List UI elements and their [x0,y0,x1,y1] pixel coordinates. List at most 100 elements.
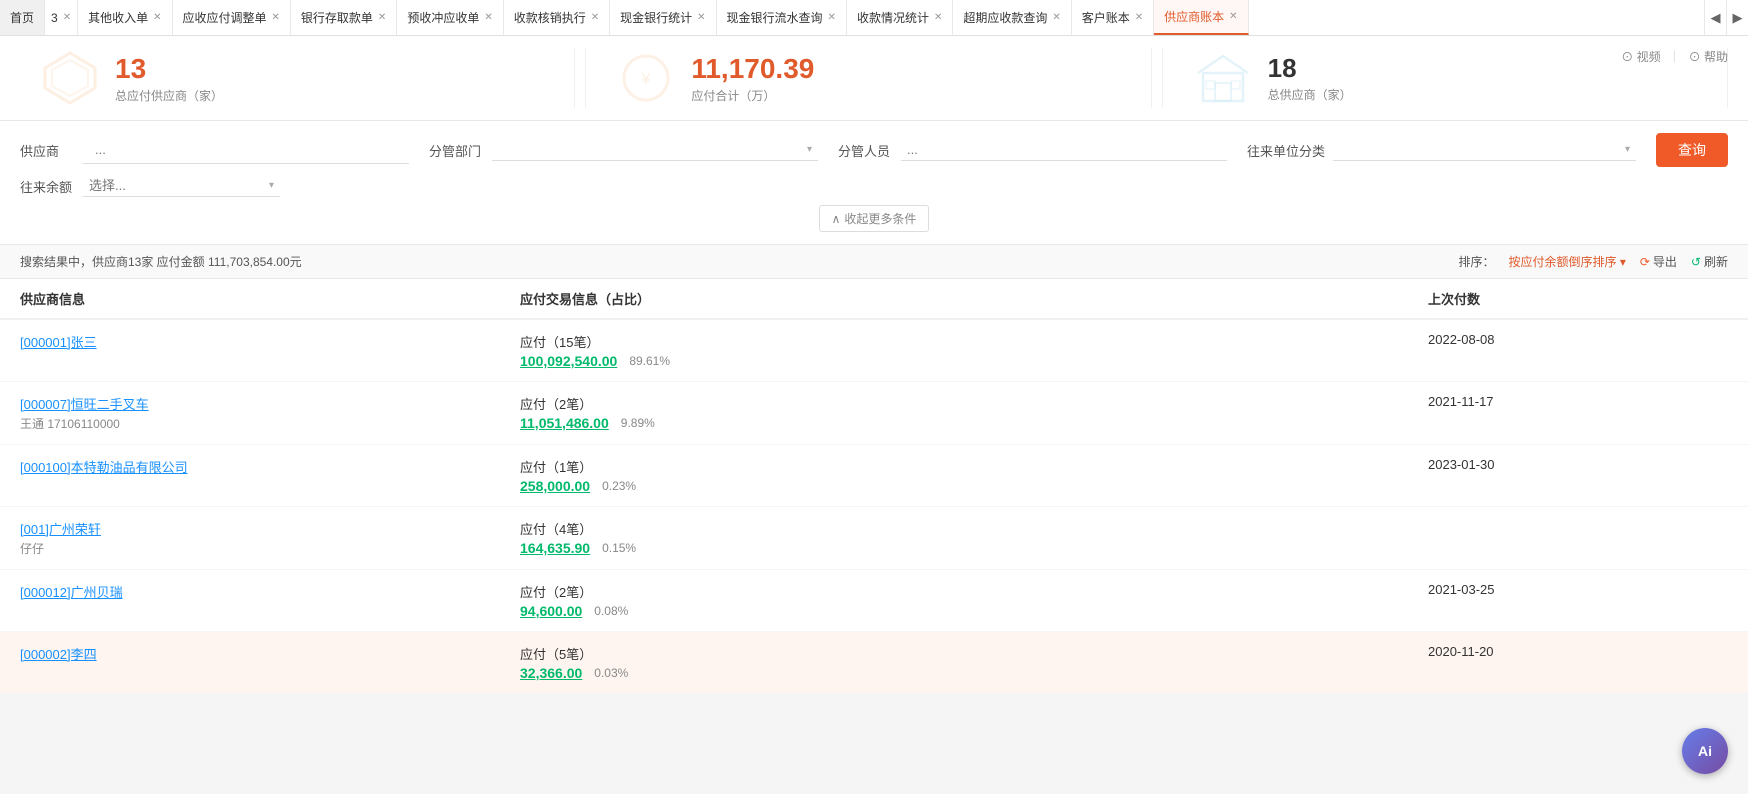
payable-info-cell: 应付（4笔） 164,635.90 0.15% [520,519,1428,556]
table-header: 供应商信息 应付交易信息（占比） 上次付数 [0,279,1748,320]
payable-percent: 0.03% [594,666,628,680]
sort-label: 排序： [1458,253,1494,270]
col-header-supplier: 供应商信息 [20,289,520,308]
main-table: 供应商信息 应付交易信息（占比） 上次付数 [000001]张三 应付（15笔）… [0,279,1748,694]
payable-amount[interactable]: 11,051,486.00 [520,415,609,431]
supplier-input[interactable] [89,139,403,160]
dept-input[interactable] [498,142,803,157]
query-button[interactable]: 查询 [1656,133,1728,167]
close-overdue-ar[interactable]: ✕ [1052,12,1060,23]
nav-scroll-left[interactable]: ◀ [1704,0,1726,35]
nav-item-cash-bank-flow[interactable]: 现金银行流水查询 ✕ [717,0,847,35]
balance-input[interactable] [89,178,265,193]
payable-label: 应付（1笔） [520,457,1428,476]
supplier-link[interactable]: [000002]李四 [20,644,520,663]
supplier-link[interactable]: [000100]本特勒油品有限公司 [20,457,520,476]
close-customer-ledger[interactable]: ✕ [1135,12,1143,23]
nav-item-home[interactable]: 首页 [0,0,45,35]
video-circle-icon: ⊙ [1621,50,1633,64]
nav-label-receipt-stat: 收款情况统计 [857,9,929,26]
close-bank-deposit[interactable]: ✕ [378,12,386,23]
nav-item-receipt-stat[interactable]: 收款情况统计 ✕ [847,0,953,35]
payable-label: 应付（5笔） [520,644,1428,663]
balance-field: 往来余额 ▾ [20,175,240,197]
supplier-link[interactable]: [000001]张三 [20,332,520,351]
nav-label-supplier-ledger: 供应商账本 [1164,8,1224,25]
dept-label: 分管部门 [429,141,484,160]
collapse-area: ∧ 收起更多条件 [20,205,1728,232]
nav-label-overdue-ar: 超期应收款查询 [963,9,1047,26]
payable-label: 应付（15笔） [520,332,1428,351]
search-row-1: 供应商 分管部门 ▾ 分管人员 往来单位分类 ▾ [20,133,1728,167]
nav-item-other-income[interactable]: 其他收入单 ✕ [78,0,172,35]
supplier-link[interactable]: [000012]广州贝瑞 [20,582,520,601]
nav-item-ar-ap-adjust[interactable]: 应收应付调整单 ✕ [173,0,291,35]
refresh-button[interactable]: ↺ 刷新 [1691,253,1728,270]
close-cash-bank-stat[interactable]: ✕ [697,12,705,23]
nav-item-overdue-ar[interactable]: 超期应收款查询 ✕ [953,0,1071,35]
dept-chevron-icon: ▾ [807,144,812,155]
supplier-link[interactable]: [000007]恒旺二手叉车 [20,394,520,413]
person-label: 分管人员 [838,141,893,160]
supplier-info-cell: [000100]本特勒油品有限公司 [20,457,520,476]
payable-amount[interactable]: 32,366.00 [520,665,582,681]
table-row: [000012]广州贝瑞 应付（2笔） 94,600.00 0.08% 2021… [0,570,1748,632]
table-row: [000002]李四 应付（5笔） 32,366.00 0.03% 2020-1… [0,632,1748,694]
nav-item-cash-bank-stat[interactable]: 现金银行统计 ✕ [610,0,716,35]
supplier-link[interactable]: [001]广州荣轩 [20,519,520,538]
top-right-links: ⊙ 视频 ｜ ⊙ 帮助 [1621,48,1728,65]
refresh-icon: ↺ [1691,255,1701,269]
supplier-sub: 王通 17106110000 [20,415,520,432]
balance-select-wrapper[interactable]: ▾ [83,175,280,197]
collapse-button[interactable]: ∧ 收起更多条件 [819,205,930,232]
table-body: [000001]张三 应付（15笔） 100,092,540.00 89.61%… [0,320,1748,694]
nav-item-receipt-verify[interactable]: 收款核销执行 ✕ [504,0,610,35]
close-receipt-stat[interactable]: ✕ [934,12,942,23]
table-row: [000007]恒旺二手叉车 王通 17106110000 应付（2笔） 11,… [0,382,1748,445]
dept-select-wrapper[interactable]: ▾ [492,139,818,161]
sort-chevron-icon: ▾ [1620,255,1626,269]
category-field: 往来单位分类 ▾ [1247,139,1636,161]
help-link[interactable]: ⊙ 帮助 [1689,48,1728,65]
payable-percent: 0.23% [602,479,636,493]
export-button[interactable]: ⟳ 导出 [1640,253,1677,270]
video-link[interactable]: ⊙ 视频 [1621,48,1660,65]
supplier-field: 供应商 [20,136,409,164]
sort-value[interactable]: 按应付余额倒序排序 ▾ [1508,253,1625,270]
search-area: 供应商 分管部门 ▾ 分管人员 往来单位分类 ▾ [0,121,1748,245]
person-input[interactable] [907,142,1221,157]
category-input[interactable] [1339,142,1621,157]
export-icon: ⟳ [1640,255,1650,269]
nav-item-customer-ledger[interactable]: 客户账本 ✕ [1072,0,1154,35]
shop-icon [1193,48,1253,108]
supplier-input-wrapper[interactable] [83,136,409,164]
close-cash-bank-flow[interactable]: ✕ [828,12,836,23]
payable-amount[interactable]: 94,600.00 [520,603,582,619]
close-supplier-ledger[interactable]: ✕ [1229,11,1237,22]
tag-icon: ¥ [616,48,676,108]
diamond-icon [40,48,100,108]
close-tab-3[interactable]: ✕ [63,12,71,23]
close-receipt-verify[interactable]: ✕ [591,12,599,23]
close-other-income[interactable]: ✕ [153,12,161,23]
nav-item-supplier-ledger[interactable]: 供应商账本 ✕ [1154,0,1248,35]
category-select-wrapper[interactable]: ▾ [1333,139,1636,161]
person-input-wrapper[interactable] [901,139,1227,161]
nav-scroll-right[interactable]: ▶ [1726,0,1748,35]
nav-item-3[interactable]: 3 ✕ [45,0,78,35]
payable-info-cell: 应付（1笔） 258,000.00 0.23% [520,457,1428,494]
close-pre-receive[interactable]: ✕ [484,12,492,23]
last-pay-date-cell: 2023-01-30 [1428,457,1728,472]
ai-badge[interactable]: Ai [1682,728,1728,774]
payable-amount[interactable]: 100,092,540.00 [520,353,617,369]
link-separator: ｜ [1669,48,1681,65]
balance-label: 往来余额 [20,177,75,196]
payable-info-cell: 应付（2笔） 11,051,486.00 9.89% [520,394,1428,431]
payable-amount[interactable]: 258,000.00 [520,478,590,494]
payable-percent: 0.15% [602,541,636,555]
nav-item-pre-receive[interactable]: 预收冲应收单 ✕ [397,0,503,35]
payable-percent: 89.61% [629,354,670,368]
nav-item-bank-deposit[interactable]: 银行存取款单 ✕ [291,0,397,35]
close-ar-ap-adjust[interactable]: ✕ [272,12,280,23]
payable-amount[interactable]: 164,635.90 [520,540,590,556]
